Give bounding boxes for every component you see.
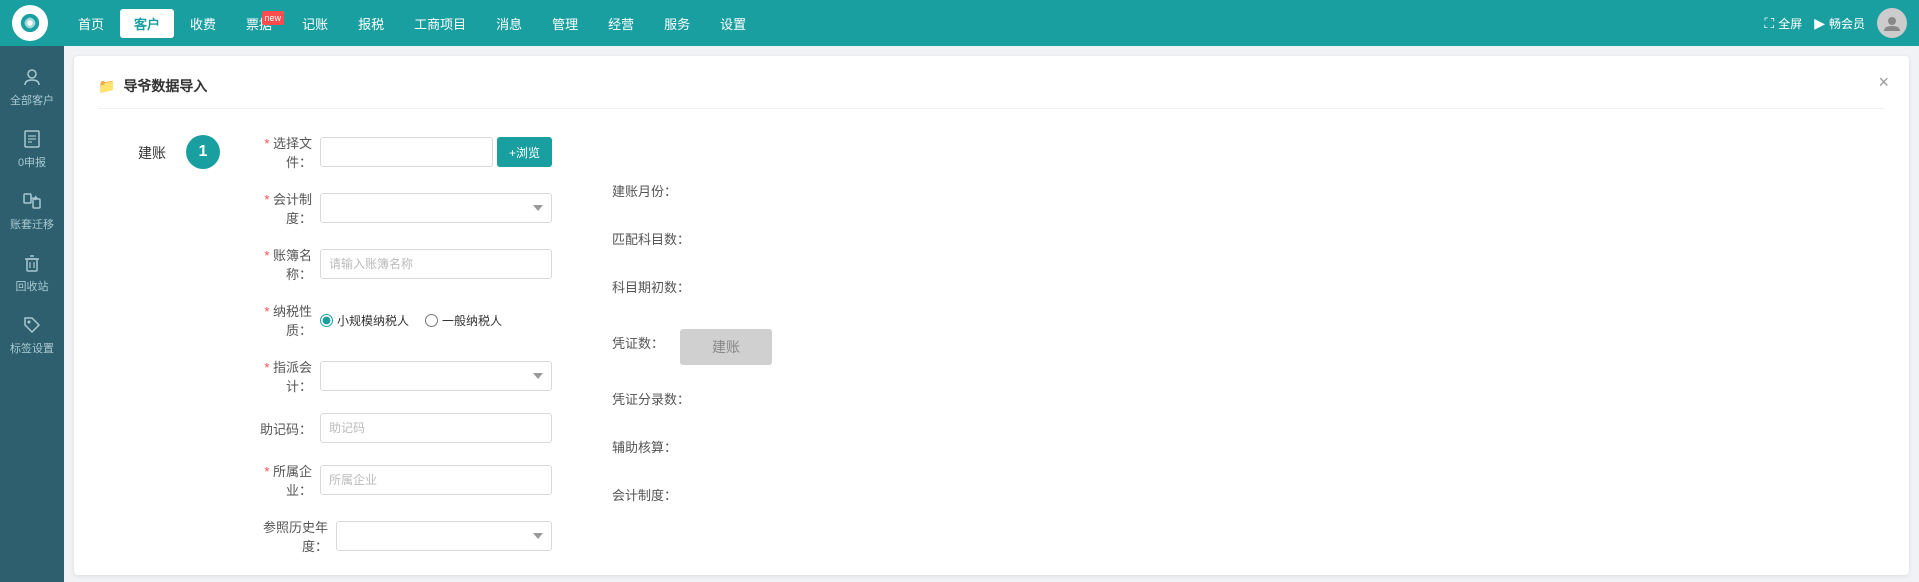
memo-code-label: 助记码： [240, 419, 312, 438]
accountant-select[interactable] [320, 361, 552, 391]
company-row: 所属企业： [240, 461, 552, 499]
report-icon [21, 128, 43, 150]
build-button[interactable]: 建账 [680, 329, 772, 365]
sidebar-item-tag-settings[interactable]: 标签设置 [0, 304, 64, 366]
accounting-system-row: 会计制度： [240, 189, 552, 227]
ledger-name-label: 账簿名称： [240, 245, 312, 283]
match-subjects-label: 匹配科目数： [612, 223, 852, 253]
step-circle: 1 [186, 135, 220, 169]
ledger-name-row: 账簿名称： [240, 245, 552, 283]
tag-icon [21, 314, 43, 336]
main-layout: 全部客户 0申报 账套迁移 [0, 46, 1919, 582]
file-row: 选择文件： +浏览 [240, 133, 552, 171]
content-area: 📁 导爷数据导入 × 建账 1 选择文件： [64, 46, 1919, 582]
sidebar-item-all-clients[interactable]: 全部客户 [0, 56, 64, 118]
close-button[interactable]: × [1878, 72, 1889, 93]
file-input[interactable] [320, 137, 493, 167]
file-input-wrapper: +浏览 [320, 137, 552, 167]
app-logo [12, 5, 48, 41]
radio-general-taxpayer[interactable]: 一般纳税人 [425, 312, 502, 329]
voucher-count-label: 凭证数： [612, 327, 664, 357]
user-icon [21, 66, 43, 88]
sidebar-item-transfer[interactable]: 账套迁移 [0, 180, 64, 242]
right-accounting-system-label: 会计制度： [612, 479, 852, 509]
nav-item-message[interactable]: 消息 [482, 9, 536, 38]
nav-item-service[interactable]: 服务 [650, 9, 704, 38]
transfer-icon [21, 190, 43, 212]
sidebar: 全部客户 0申报 账套迁移 [0, 46, 64, 582]
import-card: 📁 导爷数据导入 × 建账 1 选择文件： [74, 56, 1909, 575]
accountant-label: 指派会计： [240, 357, 312, 395]
ledger-name-input[interactable] [320, 249, 552, 279]
nav-item-bookkeeping[interactable]: 记账 [288, 9, 342, 38]
radio-small-taxpayer[interactable]: 小规模纳税人 [320, 312, 409, 329]
accounting-system-select[interactable] [320, 193, 552, 223]
nav-item-tax[interactable]: 报税 [344, 9, 398, 38]
accountant-row: 指派会计： [240, 357, 552, 395]
initial-balance-label: 科目期初数： [612, 271, 852, 301]
nav-item-home[interactable]: 首页 [64, 9, 118, 38]
trash-icon [21, 252, 43, 274]
nav-item-client[interactable]: 客户 [120, 9, 174, 38]
voucher-entries-label: 凭证分录数： [612, 383, 852, 413]
member-button[interactable]: ▶ 畅会员 [1814, 15, 1865, 32]
fullscreen-button[interactable]: ⛶ 全屏 [1764, 15, 1802, 32]
fullscreen-icon: ⛶ [1764, 15, 1774, 32]
step-section: 建账 1 选择文件： +浏览 [138, 133, 552, 555]
avatar[interactable] [1877, 8, 1907, 38]
nav-item-business[interactable]: 工商项目 [400, 9, 480, 38]
new-badge: new [262, 11, 285, 25]
nav-right: ⛶ 全屏 ▶ 畅会员 [1764, 8, 1907, 38]
history-year-row: 参照历史年度： [240, 517, 552, 555]
sidebar-item-zero-report[interactable]: 0申报 [0, 118, 64, 180]
month-label: 建账月份： [612, 175, 852, 205]
history-year-label: 参照历史年度： [240, 517, 328, 555]
step-form: 选择文件： +浏览 会计制度： [240, 133, 552, 555]
nav-items: 首页 客户 收费 票据 new 记账 报税 工商项目 消息 管理 经营 服务 设… [64, 9, 1764, 38]
top-navigation: 首页 客户 收费 票据 new 记账 报税 工商项目 消息 管理 经营 服务 设… [0, 0, 1919, 46]
memo-code-input[interactable] [320, 413, 552, 443]
company-label: 所属企业： [240, 461, 312, 499]
import-icon: 📁 [98, 78, 115, 95]
tax-type-radio-group: 小规模纳税人 一般纳税人 [320, 312, 502, 329]
history-year-select[interactable] [336, 521, 552, 551]
form-wrapper: 建账 1 选择文件： +浏览 [98, 133, 1885, 555]
right-panel: 建账月份： 匹配科目数： 科目期初数： 凭证数： 建账 凭证分录数： 辅助核算：… [612, 133, 852, 555]
step-label: 建账 [138, 137, 166, 163]
company-input[interactable] [320, 465, 552, 495]
nav-item-manage[interactable]: 管理 [538, 9, 592, 38]
tax-type-label: 纳税性质： [240, 301, 312, 339]
nav-item-settings[interactable]: 设置 [706, 9, 760, 38]
video-icon: ▶ [1814, 15, 1825, 32]
sidebar-item-recycle[interactable]: 回收站 [0, 242, 64, 304]
nav-item-operation[interactable]: 经营 [594, 9, 648, 38]
nav-item-invoice[interactable]: 票据 new [232, 9, 286, 38]
aux-accounting-label: 辅助核算： [612, 431, 852, 461]
memo-code-row: 助记码： [240, 413, 552, 443]
card-title: 导爷数据导入 [123, 76, 207, 96]
browse-button[interactable]: +浏览 [497, 137, 552, 167]
tax-type-row: 纳税性质： 小规模纳税人 一般纳税人 [240, 301, 552, 339]
accounting-system-label: 会计制度： [240, 189, 312, 227]
file-label: 选择文件： [240, 133, 312, 171]
nav-item-billing[interactable]: 收费 [176, 9, 230, 38]
card-header: 📁 导爷数据导入 [98, 76, 1885, 109]
